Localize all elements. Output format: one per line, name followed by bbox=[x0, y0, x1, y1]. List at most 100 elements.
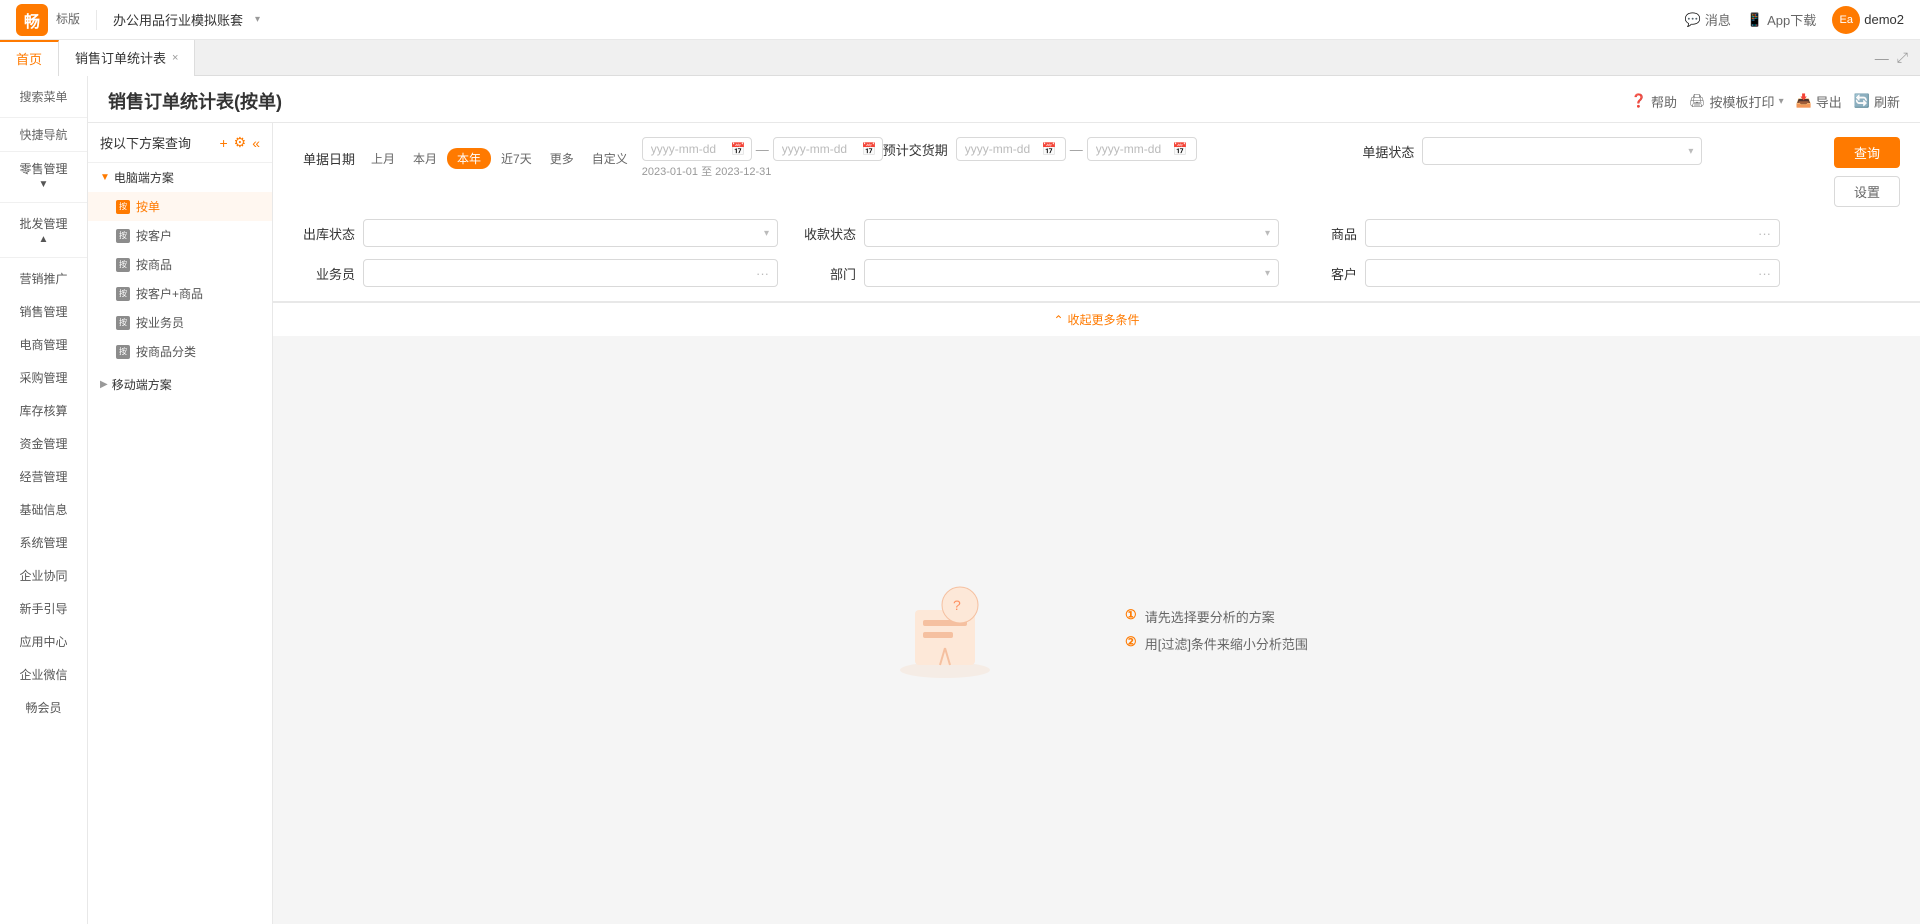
calendar-end-icon[interactable]: 📅 bbox=[862, 142, 877, 156]
status-select[interactable]: ▾ bbox=[1422, 137, 1702, 165]
tab-sales-stats[interactable]: 销售订单统计表 × bbox=[59, 40, 195, 76]
tab-home[interactable]: 首页 bbox=[0, 40, 59, 76]
scheme-item-by-customer-product[interactable]: 按 按客户+商品 bbox=[88, 279, 272, 308]
calendar-expected-start-icon[interactable]: 📅 bbox=[1042, 142, 1057, 156]
date-end-input[interactable]: 📅 bbox=[773, 137, 883, 161]
sidebar-item-apps[interactable]: 应用中心 bbox=[0, 625, 87, 658]
scheme-panel: 按以下方案查询 + ⚙ « ▼ 电脑端方案 按 按单 按 bbox=[88, 123, 273, 924]
print-button[interactable]: 🖨 按模板打印 ▾ bbox=[1689, 92, 1784, 111]
product-select[interactable]: ··· bbox=[1365, 219, 1780, 247]
expected-date-label: 预计交货期 bbox=[883, 140, 956, 159]
date-this-month-btn[interactable]: 本月 bbox=[405, 148, 445, 169]
scheme-category-pc[interactable]: ▼ 电脑端方案 bbox=[88, 163, 272, 192]
scheme-item-by-order[interactable]: 按 按单 bbox=[88, 192, 272, 221]
setting-button[interactable]: 设置 bbox=[1834, 176, 1900, 207]
date-more-btn[interactable]: 更多 bbox=[542, 148, 582, 169]
tab-close-icon[interactable]: × bbox=[172, 52, 178, 64]
sidebar-member-label: 畅会员 bbox=[25, 699, 61, 716]
salesperson-more-icon[interactable]: ··· bbox=[756, 266, 769, 281]
scheme-item-by-product[interactable]: 按 按商品 bbox=[88, 250, 272, 279]
sidebar-item-guide[interactable]: 新手引导 bbox=[0, 592, 87, 625]
calendar-start-icon[interactable]: 📅 bbox=[731, 142, 746, 156]
avatar: Ea bbox=[1832, 6, 1860, 34]
date-last-month-btn[interactable]: 上月 bbox=[363, 148, 403, 169]
sidebar-wholesale-label: 批发管理 bbox=[19, 215, 67, 232]
salesperson-select[interactable]: ··· bbox=[363, 259, 778, 287]
department-arrow-icon: ▾ bbox=[1265, 268, 1270, 279]
tab-maximize-icon[interactable]: ⤢ bbox=[1897, 49, 1908, 66]
customer-more-icon[interactable]: ··· bbox=[1758, 266, 1771, 281]
export-button[interactable]: 📥 导出 bbox=[1796, 92, 1842, 111]
sidebar-item-marketing[interactable]: 营销推广 bbox=[0, 262, 87, 295]
brand-logo: 畅 bbox=[16, 4, 48, 36]
empty-hint-1: ① 请先选择要分析的方案 bbox=[1125, 607, 1275, 626]
scheme-settings-button[interactable]: ⚙ bbox=[234, 134, 247, 151]
date-start-field[interactable] bbox=[651, 142, 731, 156]
expected-date-end-input[interactable]: 📅 bbox=[1087, 137, 1197, 161]
scheme-category-pc-label: 电脑端方案 bbox=[114, 169, 174, 186]
help-button[interactable]: ❓ 帮助 bbox=[1631, 92, 1677, 111]
delivery-status-select[interactable]: ▾ bbox=[363, 219, 778, 247]
product-more-icon[interactable]: ··· bbox=[1758, 226, 1771, 241]
scheme-item-by-salesperson[interactable]: 按 按业务员 bbox=[88, 308, 272, 337]
sidebar-item-sales[interactable]: 销售管理 bbox=[0, 295, 87, 328]
empty-hint-2: ② 用[过滤]条件来缩小分析范围 bbox=[1125, 634, 1308, 653]
empty-state: ? ① 请先选择要分析的方案 ② bbox=[885, 570, 1308, 690]
quick-nav-button[interactable]: 快捷导航 bbox=[0, 122, 87, 147]
sidebar-item-inventory[interactable]: 库存核算 bbox=[0, 394, 87, 427]
customer-label: 客户 bbox=[1295, 264, 1365, 283]
workspace-name[interactable]: 办公用品行业模拟账套 bbox=[113, 10, 243, 29]
sidebar-item-retail[interactable]: 零售管理 ▼ bbox=[0, 152, 87, 198]
expected-date-start-input[interactable]: 📅 bbox=[956, 137, 1066, 161]
sidebar-item-wholesale[interactable]: 批发管理 ▲ bbox=[0, 207, 87, 253]
department-select[interactable]: ▾ bbox=[864, 259, 1279, 287]
scheme-category-mobile[interactable]: ▶ 移动端方案 bbox=[88, 370, 272, 399]
workspace-arrow-icon[interactable]: ▾ bbox=[255, 14, 260, 25]
sidebar-item-enterprise[interactable]: 企业协同 bbox=[0, 559, 87, 592]
sidebar-item-purchase[interactable]: 采购管理 bbox=[0, 361, 87, 394]
expected-date-start-field[interactable] bbox=[965, 142, 1042, 156]
scheme-item-icon-order: 按 bbox=[116, 200, 130, 214]
inner-layout: 按以下方案查询 + ⚙ « ▼ 电脑端方案 按 按单 按 bbox=[88, 123, 1920, 924]
date-start-input[interactable]: 📅 bbox=[642, 137, 752, 161]
date-end-field[interactable] bbox=[782, 142, 862, 156]
export-icon: 📥 bbox=[1796, 93, 1812, 109]
scheme-item-icon-category: 按 bbox=[116, 345, 130, 359]
empty-illustration: ? bbox=[885, 570, 1005, 690]
sidebar-system-label: 系统管理 bbox=[19, 534, 67, 551]
sidebar-item-finance[interactable]: 资金管理 bbox=[0, 427, 87, 460]
brand-logo-text: 畅 bbox=[24, 8, 40, 32]
date-custom-btn[interactable]: 自定义 bbox=[584, 148, 636, 169]
sidebar-item-ecommerce[interactable]: 电商管理 bbox=[0, 328, 87, 361]
scheme-collapse-button[interactable]: « bbox=[252, 135, 260, 151]
scheme-item-customer-label: 按客户 bbox=[136, 227, 172, 244]
scheme-item-by-customer[interactable]: 按 按客户 bbox=[88, 221, 272, 250]
app-download-button[interactable]: 📱 App下载 bbox=[1747, 10, 1816, 29]
sidebar-ecommerce-label: 电商管理 bbox=[19, 336, 67, 353]
refresh-button[interactable]: 🔄 刷新 bbox=[1854, 92, 1900, 111]
date-this-year-btn[interactable]: 本年 bbox=[447, 148, 491, 169]
sidebar-item-operations[interactable]: 经营管理 bbox=[0, 460, 87, 493]
sidebar-purchase-label: 采购管理 bbox=[19, 369, 67, 386]
empty-hint-1-text: 请先选择要分析的方案 bbox=[1145, 607, 1275, 626]
expected-date-end-field[interactable] bbox=[1096, 142, 1173, 156]
tab-sales-stats-label: 销售订单统计表 bbox=[75, 48, 166, 67]
scheme-item-by-category[interactable]: 按 按商品分类 bbox=[88, 337, 272, 366]
query-button[interactable]: 查询 bbox=[1834, 137, 1900, 168]
sidebar-item-system[interactable]: 系统管理 bbox=[0, 526, 87, 559]
sidebar-item-wechat[interactable]: 企业微信 bbox=[0, 658, 87, 691]
date-last-7-btn[interactable]: 近7天 bbox=[493, 148, 540, 169]
payment-status-select[interactable]: ▾ bbox=[864, 219, 1279, 247]
search-menu-button[interactable]: 搜索菜单 bbox=[8, 84, 79, 109]
message-button[interactable]: 💬 消息 bbox=[1685, 10, 1731, 29]
customer-select[interactable]: ··· bbox=[1365, 259, 1780, 287]
calendar-expected-end-icon[interactable]: 📅 bbox=[1173, 142, 1188, 156]
collapse-filter-button[interactable]: ⌃ 收起更多条件 bbox=[273, 302, 1920, 336]
salesperson-label: 业务员 bbox=[293, 264, 363, 283]
sidebar-item-member[interactable]: 畅会员 bbox=[0, 691, 87, 724]
scheme-add-button[interactable]: + bbox=[219, 135, 227, 151]
user-profile[interactable]: Ea demo2 bbox=[1832, 6, 1904, 34]
tab-minimize-icon[interactable]: — bbox=[1875, 50, 1889, 66]
sidebar-item-basic[interactable]: 基础信息 bbox=[0, 493, 87, 526]
scheme-header-actions: + ⚙ « bbox=[219, 134, 260, 151]
